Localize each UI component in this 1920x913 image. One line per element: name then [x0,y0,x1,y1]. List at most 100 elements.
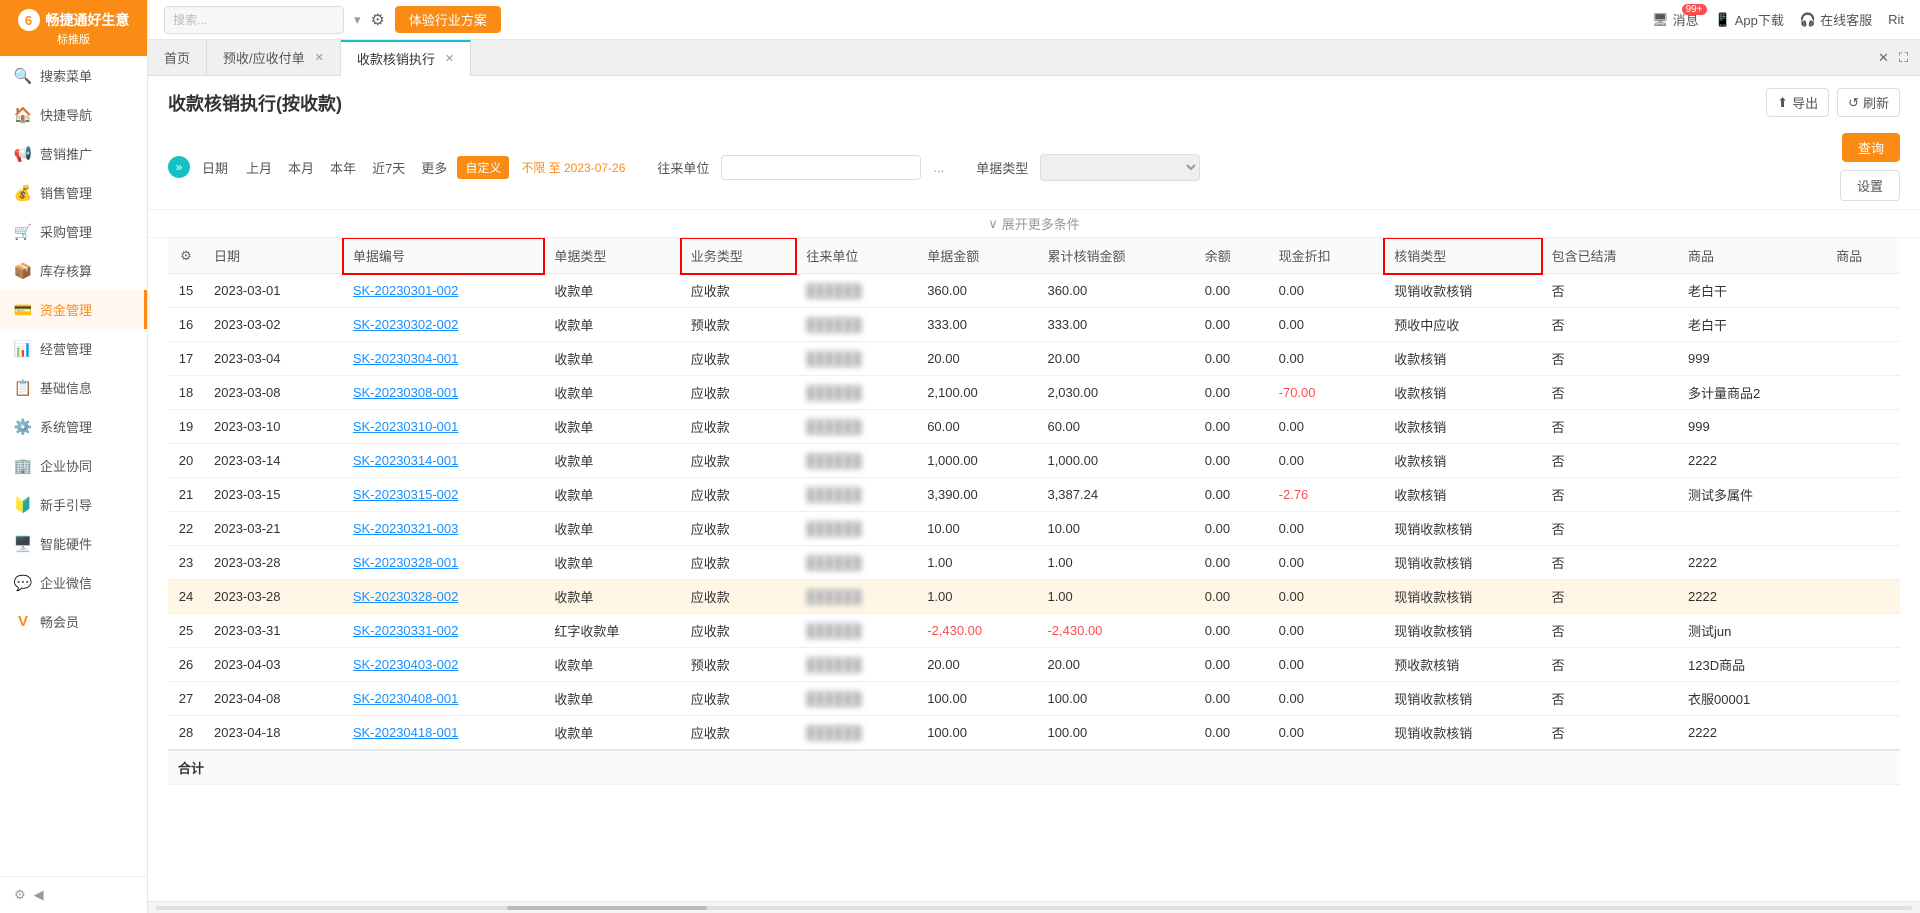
cell-voucher-type: 收款单 [544,682,680,716]
voucher-link[interactable]: SK-20230304-001 [353,351,459,366]
sidebar-item-member[interactable]: V 畅会员 [0,602,147,641]
cell-voucher-no[interactable]: SK-20230310-001 [343,410,544,444]
voucher-link[interactable]: SK-20230314-001 [353,453,459,468]
cell-write-off-type: 现销收款核销 [1384,614,1541,648]
cell-voucher-no[interactable]: SK-20230418-001 [343,716,544,751]
expand-conditions-bar[interactable]: ∨ 展开更多条件 [148,210,1920,238]
filter-last-month[interactable]: 上月 [240,156,278,179]
filter-this-year[interactable]: 本年 [324,156,362,179]
scroll-thumb[interactable] [507,906,707,910]
cell-voucher-no[interactable]: SK-20230308-001 [343,376,544,410]
cell-voucher-no[interactable]: SK-20230301-002 [343,274,544,308]
filter-this-month[interactable]: 本月 [282,156,320,179]
table-row: 232023-03-28SK-20230328-001收款单应收款██████1… [168,546,1900,580]
sidebar-item-system[interactable]: ⚙️ 系统管理 [0,407,147,446]
tab-receivable[interactable]: 收款核销执行 ✕ [341,40,471,76]
table-settings-icon[interactable]: ⚙ [180,248,192,263]
sidebar-item-purchase[interactable]: 🛒 采购管理 [0,212,147,251]
sidebar-item-marketing[interactable]: 📢 营销推广 [0,134,147,173]
cell-write-off-type: 现销收款核销 [1384,682,1541,716]
cell-voucher-no[interactable]: SK-20230408-001 [343,682,544,716]
table-row: 262023-04-03SK-20230403-002收款单预收款██████2… [168,648,1900,682]
voucher-link[interactable]: SK-20230308-001 [353,385,459,400]
topbar-dropdown-arrow[interactable]: ▾ [354,12,361,28]
cell-voucher-no[interactable]: SK-20230304-001 [343,342,544,376]
topbar-app-download[interactable]: 📱 App下载 [1715,10,1784,29]
filter-customer-input[interactable] [721,155,921,180]
cell-voucher-no[interactable]: SK-20230315-002 [343,478,544,512]
cell-include-settled: 否 [1542,614,1678,648]
cell-voucher-no[interactable]: SK-20230321-003 [343,512,544,546]
export-button[interactable]: ⬆ 导出 [1766,88,1829,117]
col-header-settings[interactable]: ⚙ [168,238,204,274]
tab-home[interactable]: 首页 [148,40,207,76]
collapse-icon[interactable]: ◀ [34,887,44,903]
cell-voucher-no[interactable]: SK-20230328-002 [343,580,544,614]
col-header-voucher-type: 单据类型 [544,238,680,274]
sidebar-item-corp[interactable]: 🏢 企业协同 [0,446,147,485]
filter-more[interactable]: 更多 [415,156,453,179]
cell-accum-amount: 100.00 [1037,716,1194,751]
cell-date: 2023-04-08 [204,682,343,716]
cell-voucher-no[interactable]: SK-20230331-002 [343,614,544,648]
sidebar-item-wechat[interactable]: 💬 企业微信 [0,563,147,602]
tab-receivable-close[interactable]: ✕ [445,52,454,65]
sidebar-item-quick[interactable]: 🏠 快捷导航 [0,95,147,134]
cell-date: 2023-03-15 [204,478,343,512]
voucher-link[interactable]: SK-20230321-003 [353,521,459,536]
cell-include-settled: 否 [1542,648,1678,682]
voucher-link[interactable]: SK-20230328-001 [353,555,459,570]
cell-voucher-no[interactable]: SK-20230302-002 [343,308,544,342]
settings-bottom-icon[interactable]: ⚙ [14,887,26,903]
refresh-button[interactable]: ↺ 刷新 [1837,88,1900,117]
voucher-link[interactable]: SK-20230301-002 [353,283,459,298]
horizontal-scrollbar[interactable] [148,901,1920,913]
industry-btn[interactable]: 体验行业方案 [395,6,501,33]
sidebar-item-search[interactable]: 🔍 搜索菜单 [0,56,147,95]
sidebar-item-label: 经营管理 [40,339,92,358]
filter-7days[interactable]: 近7天 [366,156,411,179]
home-icon: 🏠 [14,106,32,124]
refresh-icon: ↺ [1848,95,1859,111]
col-header-product: 商品 [1678,238,1826,274]
cell-voucher-no[interactable]: SK-20230403-002 [343,648,544,682]
filter-toggle-btn[interactable]: » [168,156,190,178]
sidebar-item-capital[interactable]: 💳 资金管理 [0,290,147,329]
sidebar-item-sales[interactable]: 💰 销售管理 [0,173,147,212]
sidebar-item-stock[interactable]: 📦 库存核算 [0,251,147,290]
cell-no: 26 [168,648,204,682]
topbar-online-service[interactable]: 🎧 在线客服 [1800,10,1872,29]
cell-voucher-type: 收款单 [544,546,680,580]
tab-prepay[interactable]: 预收/应收付单 ✕ [207,40,341,76]
topbar-gear-icon[interactable]: ⚙ [371,10,385,30]
maximize-icon[interactable]: ⛶ [1899,50,1908,66]
cell-cash-discount: 0.00 [1269,580,1385,614]
sidebar-item-operation[interactable]: 📊 经营管理 [0,329,147,368]
cell-no: 19 [168,410,204,444]
sidebar-item-basic[interactable]: 📋 基础信息 [0,368,147,407]
voucher-link[interactable]: SK-20230328-002 [353,589,459,604]
cell-no: 15 [168,274,204,308]
cell-voucher-no[interactable]: SK-20230314-001 [343,444,544,478]
voucher-link[interactable]: SK-20230310-001 [353,419,459,434]
topbar-username[interactable]: Rit [1888,12,1904,27]
filter-query-btn[interactable]: 查询 [1842,133,1900,162]
voucher-link[interactable]: SK-20230302-002 [353,317,459,332]
voucher-link[interactable]: SK-20230418-001 [353,725,459,740]
sidebar-item-label: 销售管理 [40,183,92,202]
cell-voucher-no[interactable]: SK-20230328-001 [343,546,544,580]
topbar-messages[interactable]: 🖥 消息 99+ [1652,10,1699,29]
voucher-link[interactable]: SK-20230403-002 [353,657,459,672]
voucher-link[interactable]: SK-20230408-001 [353,691,459,706]
cell-amount: 10.00 [917,512,1037,546]
filter-custom-btn[interactable]: 自定义 [457,156,509,179]
sidebar-item-hardware[interactable]: 🖥️ 智能硬件 [0,524,147,563]
tab-prepay-close[interactable]: ✕ [315,51,324,64]
cell-product-img [1826,682,1900,716]
sidebar-item-guide[interactable]: 🔰 新手引导 [0,485,147,524]
close-all-icon[interactable]: ✕ [1878,50,1889,66]
filter-setting-btn[interactable]: 设置 [1840,170,1900,201]
voucher-link[interactable]: SK-20230331-002 [353,623,459,638]
filter-voucher-select[interactable] [1040,154,1200,181]
voucher-link[interactable]: SK-20230315-002 [353,487,459,502]
